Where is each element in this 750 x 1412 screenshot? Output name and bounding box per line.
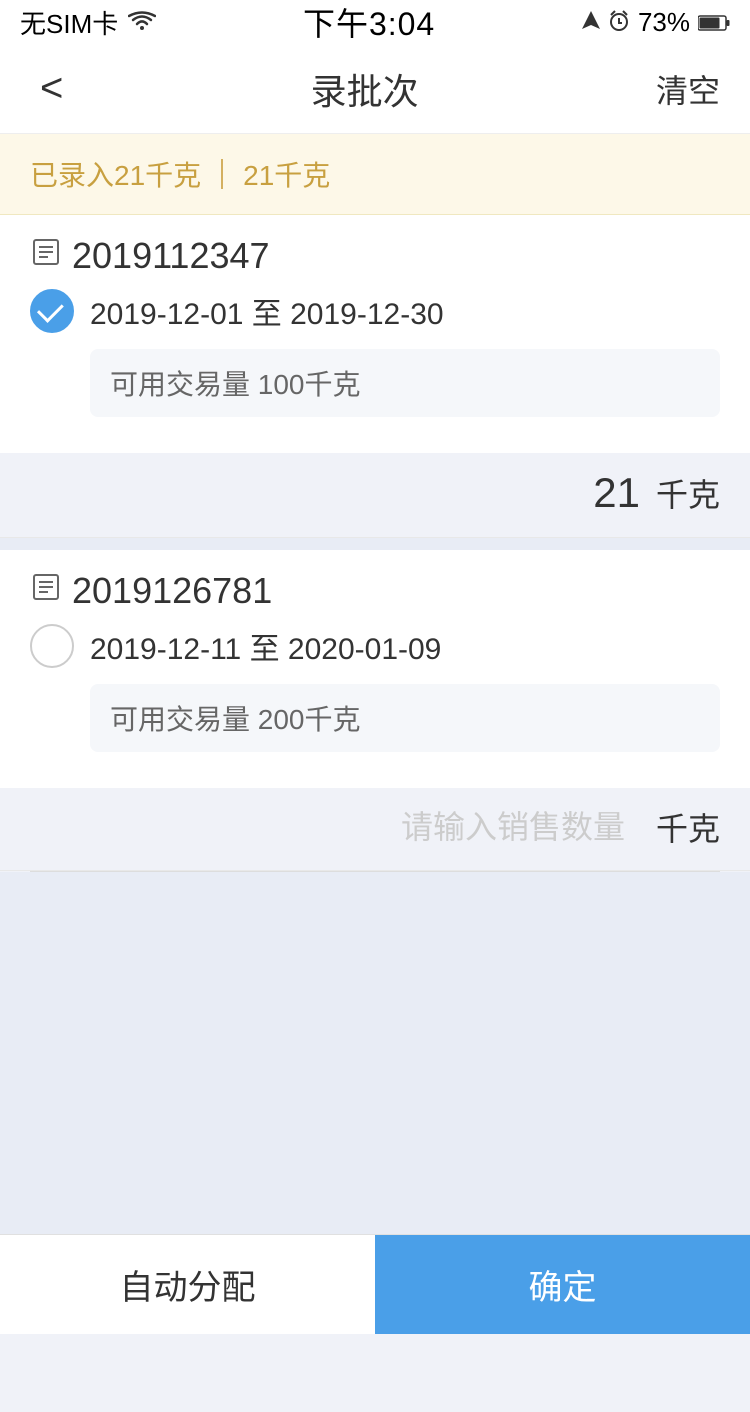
nav-bar: < 录批次 清空 bbox=[0, 44, 750, 134]
page-title: 录批次 bbox=[311, 63, 419, 115]
wifi-icon bbox=[128, 7, 156, 38]
quantity-row-1: 21 千克 bbox=[0, 453, 750, 538]
back-button[interactable]: < bbox=[30, 56, 73, 121]
status-left: 无SIM卡 bbox=[20, 4, 156, 41]
banner-divider bbox=[221, 159, 223, 189]
batch-icon-1 bbox=[30, 236, 62, 276]
batch-date-row-2[interactable]: 2019-12-11 至 2020-01-09 bbox=[30, 624, 720, 668]
alarm-icon bbox=[608, 7, 630, 38]
carrier-text: 无SIM卡 bbox=[20, 4, 118, 41]
batch-header-1: 2019112347 bbox=[30, 235, 720, 277]
radio-button-2[interactable] bbox=[30, 624, 74, 668]
quantity-value-1: 21 bbox=[593, 469, 640, 517]
status-right: 73% bbox=[582, 7, 730, 38]
section-divider-1 bbox=[0, 538, 750, 550]
recorded-amount: 已录入21千克 bbox=[30, 154, 201, 194]
auto-distribute-button[interactable]: 自动分配 bbox=[0, 1235, 375, 1334]
radio-button-1[interactable] bbox=[30, 289, 74, 333]
batch-icon-2 bbox=[30, 571, 62, 611]
info-banner: 已录入21千克 21千克 bbox=[0, 134, 750, 215]
batch-date-2: 2019-12-11 至 2020-01-09 bbox=[90, 624, 441, 668]
batch-date-1: 2019-12-01 至 2019-12-30 bbox=[90, 289, 444, 333]
quantity-input-row-2[interactable]: 千克 bbox=[0, 788, 750, 871]
status-bar: 无SIM卡 下午3:04 73% bbox=[0, 0, 750, 44]
clear-button[interactable]: 清空 bbox=[656, 66, 720, 112]
quantity-unit-1: 千克 bbox=[656, 470, 720, 516]
batch-date-row-1[interactable]: 2019-12-01 至 2019-12-30 bbox=[30, 289, 720, 333]
batch-available-2: 可用交易量 200千克 bbox=[90, 684, 720, 752]
batch-item-2: 2019126781 2019-12-11 至 2020-01-09 可用交易量… bbox=[0, 550, 750, 788]
batch-header-2: 2019126781 bbox=[30, 570, 720, 612]
battery-text: 73% bbox=[638, 7, 690, 38]
status-time: 下午3:04 bbox=[303, 0, 435, 45]
batch-available-1: 可用交易量 100千克 bbox=[90, 349, 720, 417]
batch-number-2: 2019126781 bbox=[72, 570, 272, 612]
location-icon bbox=[582, 7, 600, 38]
batch-number-1: 2019112347 bbox=[72, 235, 270, 277]
battery-icon bbox=[698, 7, 730, 38]
bottom-bar: 自动分配 确定 bbox=[0, 1234, 750, 1334]
quantity-unit-2: 千克 bbox=[656, 804, 720, 850]
quantity-input-2[interactable] bbox=[240, 809, 640, 846]
total-amount: 21千克 bbox=[243, 154, 330, 194]
confirm-button[interactable]: 确定 bbox=[375, 1235, 750, 1334]
batch-item-1: 2019112347 2019-12-01 至 2019-12-30 可用交易量… bbox=[0, 215, 750, 453]
